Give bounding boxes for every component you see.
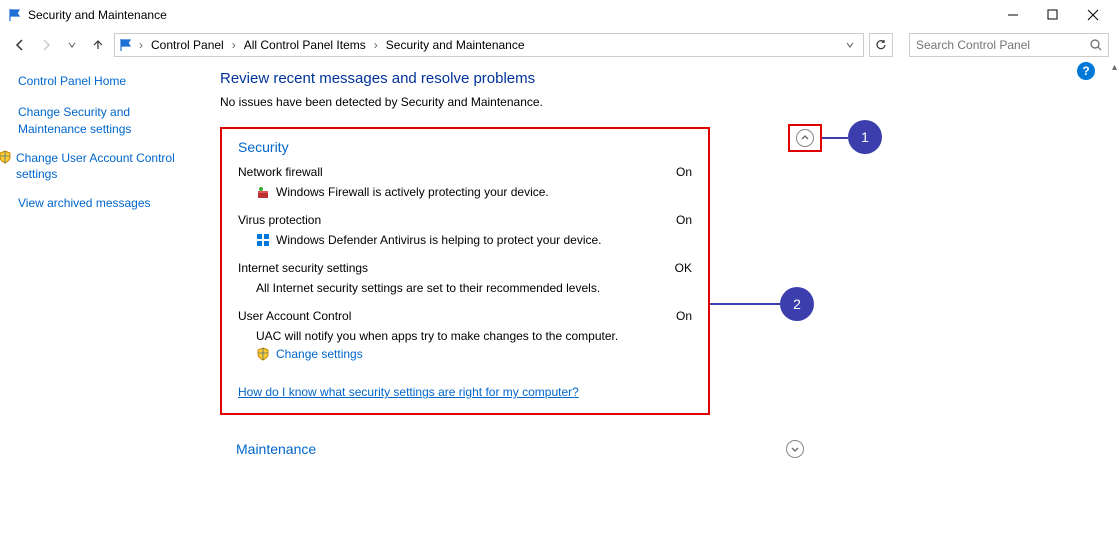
maintenance-section: Maintenance bbox=[220, 429, 820, 469]
up-button[interactable] bbox=[88, 35, 108, 55]
sidebar-item-label: View archived messages bbox=[18, 195, 151, 212]
crumb-security-maintenance[interactable]: Security and Maintenance bbox=[384, 38, 527, 52]
chevron-right-icon[interactable]: › bbox=[372, 38, 380, 52]
chevron-right-icon[interactable]: › bbox=[137, 38, 145, 52]
collapse-toggle-highlight bbox=[788, 124, 822, 152]
navigation-bar: › Control Panel › All Control Panel Item… bbox=[0, 30, 1119, 60]
item-desc: Windows Firewall is actively protecting … bbox=[276, 185, 549, 199]
flag-icon bbox=[119, 38, 133, 52]
forward-button[interactable] bbox=[36, 35, 56, 55]
item-name: Virus protection bbox=[238, 213, 321, 227]
window-controls bbox=[1003, 5, 1111, 25]
defender-icon bbox=[256, 233, 270, 247]
security-header[interactable]: Security bbox=[238, 139, 692, 155]
firewall-icon bbox=[256, 185, 270, 199]
item-status: On bbox=[676, 309, 692, 323]
item-desc: All Internet security settings are set t… bbox=[256, 281, 600, 295]
address-dropdown[interactable] bbox=[841, 40, 859, 50]
annotation-callout-1: 1 bbox=[848, 120, 882, 154]
control-panel-home-link[interactable]: Control Panel Home bbox=[18, 74, 192, 88]
search-box bbox=[909, 33, 1109, 57]
maximize-button[interactable] bbox=[1043, 5, 1063, 25]
item-status: OK bbox=[675, 261, 692, 275]
expand-maintenance-button[interactable] bbox=[786, 440, 804, 458]
item-name: Network firewall bbox=[238, 165, 323, 179]
sidebar-task-change-security[interactable]: Change Security and Maintenance settings bbox=[18, 104, 192, 138]
sidebar-task-archived[interactable]: View archived messages bbox=[18, 195, 192, 212]
page-subtitle: No issues have been detected by Security… bbox=[220, 95, 1079, 109]
security-item-uac: User Account Control On UAC will notify … bbox=[238, 309, 692, 361]
address-bar[interactable]: › Control Panel › All Control Panel Item… bbox=[114, 33, 864, 57]
sidebar-item-label: Change User Account Control settings bbox=[16, 150, 192, 184]
title-bar: Security and Maintenance bbox=[0, 0, 1119, 30]
security-section-highlight: Security Network firewall On Windows Fir… bbox=[220, 127, 710, 415]
item-name: Internet security settings bbox=[238, 261, 368, 275]
item-desc: UAC will notify you when apps try to mak… bbox=[256, 329, 618, 343]
security-item-internet: Internet security settings OK All Intern… bbox=[238, 261, 692, 295]
window-title: Security and Maintenance bbox=[28, 8, 1003, 22]
search-icon[interactable] bbox=[1084, 38, 1108, 52]
refresh-button[interactable] bbox=[869, 33, 893, 57]
minimize-button[interactable] bbox=[1003, 5, 1023, 25]
item-name: User Account Control bbox=[238, 309, 351, 323]
annotation-callout-2: 2 bbox=[780, 287, 814, 321]
chevron-right-icon[interactable]: › bbox=[230, 38, 238, 52]
search-input[interactable] bbox=[910, 38, 1084, 52]
security-item-firewall: Network firewall On Windows Firewall is … bbox=[238, 165, 692, 199]
collapse-security-button[interactable] bbox=[796, 129, 814, 147]
crumb-all-items[interactable]: All Control Panel Items bbox=[242, 38, 368, 52]
item-desc: Windows Defender Antivirus is helping to… bbox=[276, 233, 602, 247]
recent-dropdown[interactable] bbox=[62, 35, 82, 55]
security-item-virus: Virus protection On Windows Defender Ant… bbox=[238, 213, 692, 247]
item-status: On bbox=[676, 213, 692, 227]
flag-icon bbox=[8, 8, 22, 22]
shield-icon bbox=[256, 347, 270, 361]
sidebar-item-label: Change Security and Maintenance settings bbox=[18, 104, 192, 138]
page-title: Review recent messages and resolve probl… bbox=[220, 70, 1079, 87]
close-button[interactable] bbox=[1083, 5, 1103, 25]
back-button[interactable] bbox=[10, 35, 30, 55]
sidebar-task-change-uac[interactable]: Change User Account Control settings bbox=[0, 150, 192, 184]
shield-icon bbox=[0, 150, 12, 184]
main-content: Review recent messages and resolve probl… bbox=[210, 60, 1119, 537]
item-status: On bbox=[676, 165, 692, 179]
sidebar: Control Panel Home Change Security and M… bbox=[0, 60, 210, 537]
crumb-control-panel[interactable]: Control Panel bbox=[149, 38, 226, 52]
change-settings-link[interactable]: Change settings bbox=[276, 347, 363, 361]
maintenance-header[interactable]: Maintenance bbox=[236, 441, 316, 457]
nav-arrows bbox=[10, 35, 108, 55]
security-help-link[interactable]: How do I know what security settings are… bbox=[238, 385, 579, 399]
